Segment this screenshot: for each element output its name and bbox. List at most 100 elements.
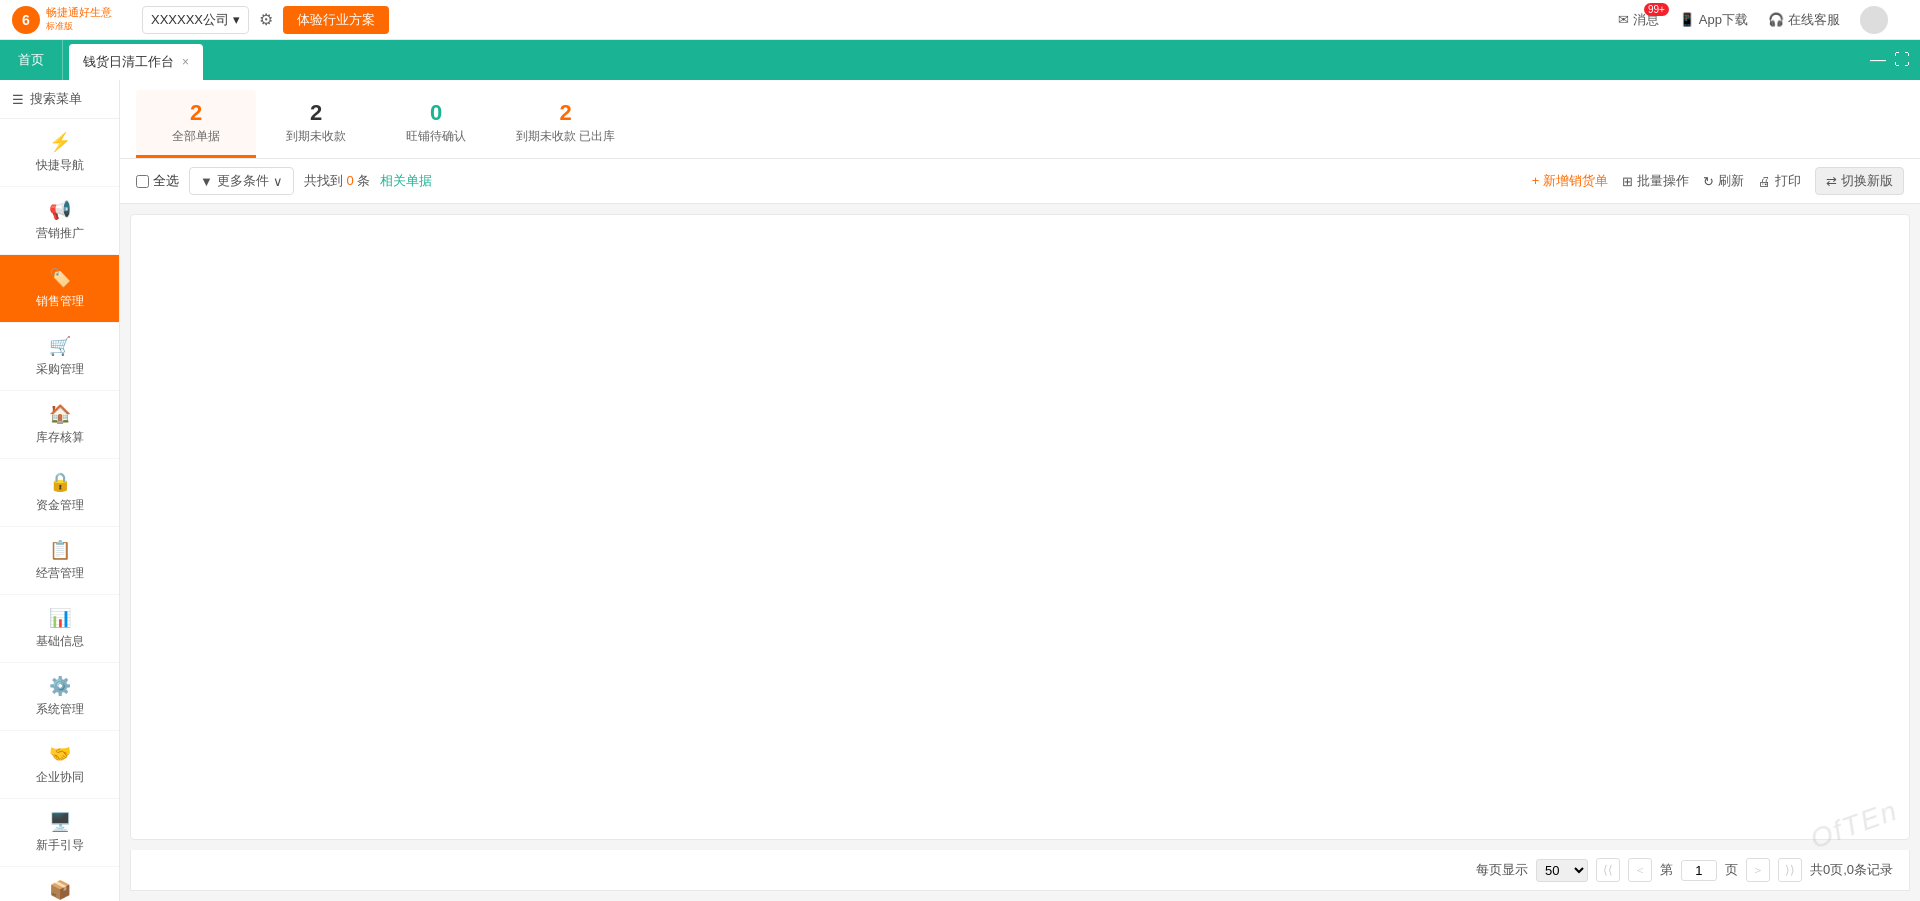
- logo-text: 畅捷通好生意: [46, 6, 112, 19]
- sidebar-label-system: 系统管理: [36, 701, 84, 718]
- refresh-button[interactable]: ↻ 刷新: [1703, 172, 1744, 190]
- expand-icon[interactable]: ⛶: [1894, 51, 1910, 69]
- sales-icon: 🏷️: [49, 267, 71, 289]
- message-icon: ✉: [1618, 12, 1629, 27]
- tab-label: 钱货日清工作台: [83, 53, 174, 71]
- finance-icon: 🔒: [49, 471, 71, 493]
- tab-active[interactable]: 钱货日清工作台 ×: [69, 44, 203, 80]
- stat-tab-all[interactable]: 2 全部单据: [136, 90, 256, 158]
- app-label: App下载: [1699, 11, 1748, 29]
- total-info: 共0页,0条记录: [1810, 861, 1893, 879]
- first-page-button[interactable]: ⟨⟨: [1596, 858, 1620, 882]
- chevron-down-icon: ▾: [233, 12, 240, 27]
- logo-icon: 6: [12, 6, 40, 34]
- refresh-label: 刷新: [1718, 172, 1744, 190]
- stat-count-pending: 0: [430, 100, 442, 126]
- chevron-icon: ∨: [273, 174, 283, 189]
- logo-sub: 标准版: [46, 20, 112, 33]
- tabs-actions: — ⛶: [1870, 51, 1920, 69]
- sidebar-label-operation: 经营管理: [36, 565, 84, 582]
- stat-tab-shipped[interactable]: 2 到期未收款 已出库: [496, 90, 635, 158]
- toolbar-right: + 新增销货单 ⊞ 批量操作 ↻ 刷新 🖨 打印 ⇄ 切换新版: [1532, 167, 1904, 195]
- inventory-icon: 🏠: [49, 403, 71, 425]
- table-area: [130, 214, 1910, 840]
- stat-tab-overdue[interactable]: 2 到期未收款: [256, 90, 376, 158]
- select-all-label: 全选: [153, 172, 179, 190]
- select-all-input[interactable]: [136, 175, 149, 188]
- page-label: 第: [1660, 861, 1673, 879]
- quick-nav-icon: ⚡: [49, 131, 71, 153]
- found-count: 0: [347, 173, 354, 188]
- layout: ☰ 搜索菜单 ⚡ 快捷导航 📢 营销推广 🏷️ 销售管理 🛒 采购管理 🏠 库存…: [0, 80, 1920, 901]
- sidebar-label-marketing: 营销推广: [36, 225, 84, 242]
- sidebar-label-quick-nav: 快捷导航: [36, 157, 84, 174]
- stat-label-all: 全部单据: [172, 128, 220, 145]
- filter-button[interactable]: ▼ 更多条件 ∨: [189, 167, 294, 195]
- stat-label-shipped: 到期未收款 已出库: [516, 128, 615, 145]
- sidebar-item-purchase[interactable]: 🛒 采购管理: [0, 323, 119, 391]
- print-label: 打印: [1775, 172, 1801, 190]
- sidebar-item-marketing[interactable]: 📢 营销推广: [0, 187, 119, 255]
- print-button[interactable]: 🖨 打印: [1758, 172, 1801, 190]
- per-page-select[interactable]: 50 100 200: [1536, 859, 1588, 882]
- sidebar: ☰ 搜索菜单 ⚡ 快捷导航 📢 营销推广 🏷️ 销售管理 🛒 采购管理 🏠 库存…: [0, 80, 120, 901]
- sidebar-label-sales: 销售管理: [36, 293, 84, 310]
- search-label: 搜索菜单: [30, 90, 82, 108]
- tab-home[interactable]: 首页: [0, 40, 63, 80]
- service-icon: 🎧: [1768, 12, 1784, 27]
- company-selector[interactable]: XXXXXX公司 ▾: [142, 6, 249, 34]
- last-page-button[interactable]: ⟩⟩: [1778, 858, 1802, 882]
- toolbar: 全选 ▼ 更多条件 ∨ 共找到 0 条 相关单据 + 新增销货单 ⊞ 批: [120, 159, 1920, 204]
- table-empty-state: [131, 215, 1909, 839]
- sidebar-label-guide: 新手引导: [36, 837, 84, 854]
- switch-label: 切换新版: [1841, 172, 1893, 190]
- main-content: 2 全部单据 2 到期未收款 0 旺铺待确认 2 到期未收款 已出库 全选: [120, 80, 1920, 901]
- header-right: ✉ 消息 99+ 📱 App下载 🎧 在线客服: [1618, 6, 1908, 34]
- message-button[interactable]: ✉ 消息 99+: [1618, 11, 1659, 29]
- sidebar-item-sales[interactable]: 🏷️ 销售管理: [0, 255, 119, 323]
- app-center-icon: 📦: [49, 879, 71, 901]
- sidebar-label-purchase: 采购管理: [36, 361, 84, 378]
- minimize-icon[interactable]: —: [1870, 51, 1886, 69]
- select-all-checkbox[interactable]: 全选: [136, 172, 179, 190]
- switch-version-button[interactable]: ⇄ 切换新版: [1815, 167, 1904, 195]
- marketing-icon: 📢: [49, 199, 71, 221]
- avatar[interactable]: [1860, 6, 1888, 34]
- sidebar-item-guide[interactable]: 🖥️ 新手引导: [0, 799, 119, 867]
- stat-count-all: 2: [190, 100, 202, 126]
- stat-tab-pending[interactable]: 0 旺铺待确认: [376, 90, 496, 158]
- tab-close-icon[interactable]: ×: [182, 55, 189, 69]
- found-text: 共找到 0 条: [304, 172, 370, 190]
- stat-count-shipped: 2: [560, 100, 572, 126]
- app-download-button[interactable]: 📱 App下载: [1679, 11, 1748, 29]
- new-order-button[interactable]: + 新增销货单: [1532, 172, 1608, 190]
- page-input[interactable]: [1681, 860, 1717, 881]
- prev-page-button[interactable]: ＜: [1628, 858, 1652, 882]
- operation-icon: 📋: [49, 539, 71, 561]
- header: 6 畅捷通好生意 标准版 XXXXXX公司 ▾ ⚙ 体验行业方案 ✉ 消息 99…: [0, 0, 1920, 40]
- print-icon: 🖨: [1758, 174, 1771, 189]
- filter-icon: ▼: [200, 174, 213, 189]
- batch-button[interactable]: ⊞ 批量操作: [1622, 172, 1689, 190]
- sidebar-item-system[interactable]: ⚙️ 系统管理: [0, 663, 119, 731]
- related-link[interactable]: 相关单据: [380, 172, 432, 190]
- trial-button[interactable]: 体验行业方案: [283, 6, 389, 34]
- service-label: 在线客服: [1788, 11, 1840, 29]
- toolbar-left: 全选 ▼ 更多条件 ∨ 共找到 0 条 相关单据: [136, 167, 432, 195]
- sidebar-item-inventory[interactable]: 🏠 库存核算: [0, 391, 119, 459]
- sidebar-item-basic-info[interactable]: 📊 基础信息: [0, 595, 119, 663]
- sidebar-item-app-center[interactable]: 📦 应用中心: [0, 867, 119, 901]
- sidebar-item-cooperation[interactable]: 🤝 企业协同: [0, 731, 119, 799]
- sidebar-search[interactable]: ☰ 搜索菜单: [0, 80, 119, 119]
- message-badge: 99+: [1644, 3, 1669, 16]
- sidebar-item-finance[interactable]: 🔒 资金管理: [0, 459, 119, 527]
- sidebar-label-finance: 资金管理: [36, 497, 84, 514]
- next-page-button[interactable]: ＞: [1746, 858, 1770, 882]
- batch-icon: ⊞: [1622, 174, 1633, 189]
- switch-icon: ⇄: [1826, 174, 1837, 189]
- sidebar-item-quick-nav[interactable]: ⚡ 快捷导航: [0, 119, 119, 187]
- settings-icon[interactable]: ⚙: [259, 10, 273, 29]
- sidebar-item-operation[interactable]: 📋 经营管理: [0, 527, 119, 595]
- online-service-button[interactable]: 🎧 在线客服: [1768, 11, 1840, 29]
- search-icon: ☰: [12, 92, 24, 107]
